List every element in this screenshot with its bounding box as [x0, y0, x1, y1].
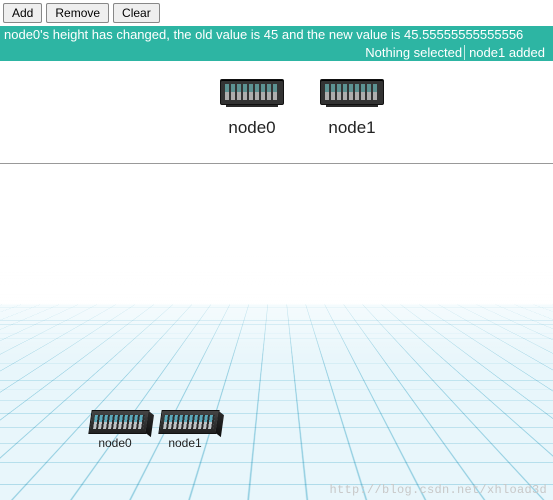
scene-node-0[interactable]: node0: [90, 410, 148, 450]
watermark: http://blog.csdn.net/xhload3d: [329, 483, 547, 497]
scene-node-label: node0: [86, 436, 144, 450]
device-icon: [320, 79, 384, 105]
remove-button[interactable]: Remove: [46, 3, 109, 23]
scene-node-label: node1: [156, 436, 214, 450]
top-node-1[interactable]: node1: [320, 79, 384, 138]
top-node-0[interactable]: node0: [220, 79, 284, 138]
scene-node-1[interactable]: node1: [160, 410, 218, 450]
device-icon: [220, 79, 284, 105]
status-node-added: node1 added: [464, 45, 545, 60]
device-icon: [88, 410, 149, 434]
device-icon: [158, 410, 219, 434]
top-node-label: node1: [320, 118, 384, 138]
status-selection: Nothing selected: [365, 45, 462, 60]
status-line-height-changed: node0's height has changed, the old valu…: [0, 26, 553, 44]
add-button[interactable]: Add: [3, 3, 42, 23]
horizon-haze: [0, 164, 553, 364]
status-line-2: Nothing selectednode1 added: [0, 44, 553, 62]
clear-button[interactable]: Clear: [113, 3, 160, 23]
toolbar: Add Remove Clear: [0, 0, 553, 26]
top-2d-view[interactable]: node0 node1: [0, 61, 553, 164]
top-node-label: node0: [220, 118, 284, 138]
bottom-3d-view[interactable]: node0 node1 http://blog.csdn.net/xhload3…: [0, 164, 553, 500]
status-bar: node0's height has changed, the old valu…: [0, 26, 553, 61]
